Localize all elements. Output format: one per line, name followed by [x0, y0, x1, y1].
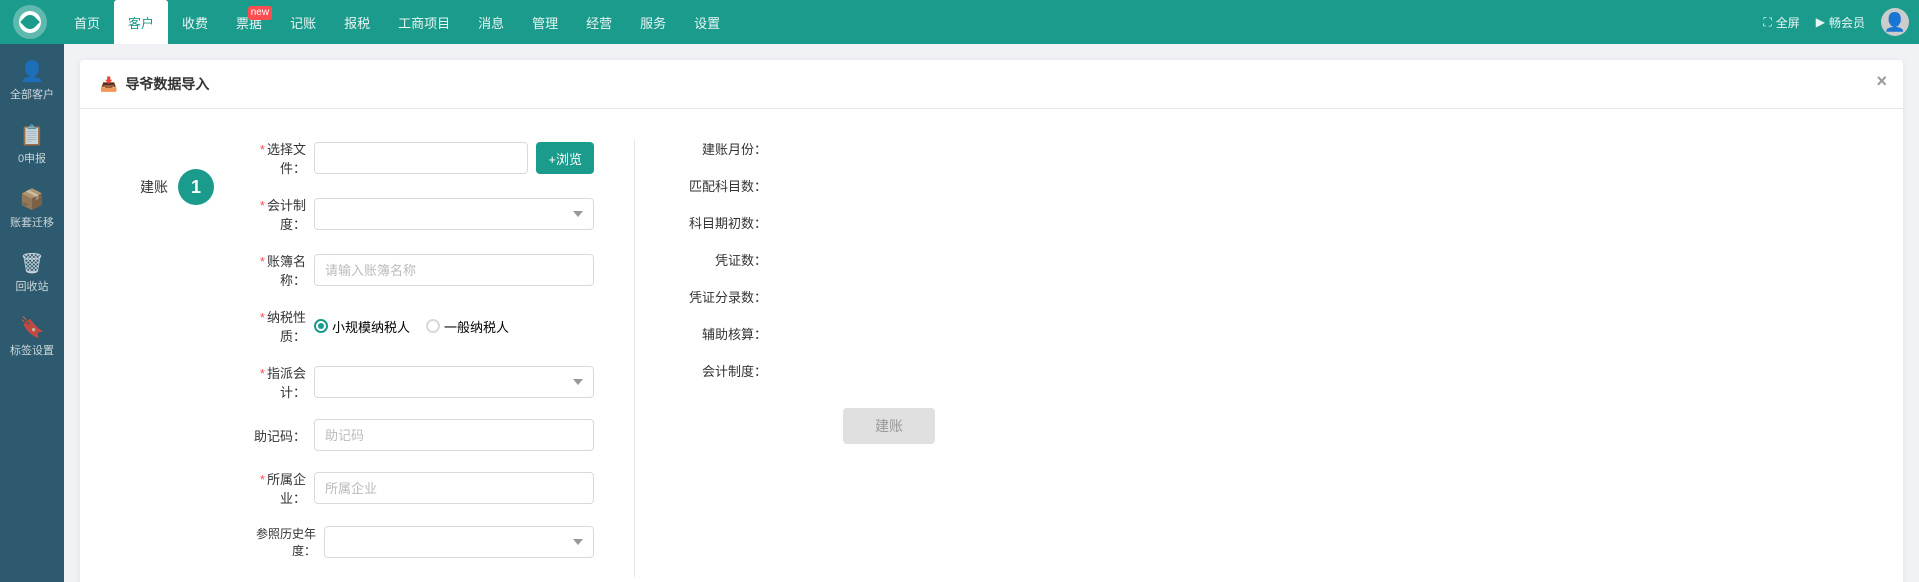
file-row: 选择文件： +浏览 [234, 139, 594, 177]
new-badge: new [248, 6, 272, 20]
nav-bookkeeping[interactable]: 记账 [276, 0, 330, 44]
build-month-row: 建账月份： [675, 139, 935, 158]
sidebar-item-recycle[interactable]: 🗑 回收站 [0, 244, 64, 304]
accounting-system-info-row: 会计制度： [675, 361, 935, 380]
vip-btn[interactable]: ▶ 畅会员 [1816, 14, 1865, 31]
tax-type-row: 纳税性质： 小规模纳税人 一般纳税人 [234, 307, 594, 345]
memo-row: 助记码： [234, 419, 594, 451]
form-right: 建账月份： 匹配科目数： 科目期初数： 凭证数： [675, 139, 935, 577]
radio-dot-small-scale [314, 319, 328, 333]
form-divider [634, 139, 635, 577]
ledger-name-row: 账簿名称： [234, 251, 594, 289]
step-label: 建账 [140, 177, 168, 197]
subject-init-row: 科目期初数： [675, 213, 935, 232]
voucher-row: 凭证数： [675, 250, 935, 269]
migration-icon: 📦 [20, 190, 45, 210]
nav-customer[interactable]: 客户 [114, 0, 168, 44]
accounting-system-row: 会计制度： [234, 195, 594, 233]
nav-service[interactable]: 服务 [626, 0, 680, 44]
panel-body: 建账 1 选择文件： +浏览 [80, 109, 1903, 582]
nav-right-controls: ⛶ 全屏 ▶ 畅会员 👤 [1763, 8, 1909, 36]
nav-business[interactable]: 工商项目 [384, 0, 464, 44]
file-input[interactable] [314, 142, 528, 174]
accounting-system-label: 会计制度： [234, 195, 314, 233]
sidebar: 👤 全部客户 📋 0申报 📦 账套迁移 🗑 回收站 🔖 标签设置 [0, 44, 64, 582]
voucher-label: 凭证数： [675, 250, 775, 269]
step-badge: 1 [178, 169, 214, 205]
voucher-entries-label: 凭证分录数： [675, 287, 775, 306]
nav-operation[interactable]: 经营 [572, 0, 626, 44]
accountant-row: 指派会计： [234, 363, 594, 401]
nav-settings[interactable]: 设置 [680, 0, 734, 44]
nav-fee[interactable]: 收费 [168, 0, 222, 44]
logo[interactable] [10, 2, 50, 42]
history-year-select[interactable] [324, 526, 594, 558]
vip-icon: ▶ [1816, 15, 1825, 29]
fullscreen-btn[interactable]: ⛶ 全屏 [1763, 14, 1799, 31]
ledger-name-input[interactable] [314, 254, 594, 286]
nav-management[interactable]: 管理 [518, 0, 572, 44]
tax-type-label: 纳税性质： [234, 307, 314, 345]
build-btn-area: 建账 [675, 408, 935, 444]
file-input-wrap: +浏览 [314, 142, 594, 174]
panel-header: 📥 导爷数据导入 × [80, 60, 1903, 109]
import-icon: 📥 [100, 76, 117, 93]
accountant-label: 指派会计： [234, 363, 314, 401]
tags-icon: 🔖 [20, 318, 45, 338]
aux-accounting-label: 辅助核算： [675, 324, 775, 343]
company-row: 所属企业： [234, 469, 594, 507]
panel-close-button[interactable]: × [1876, 72, 1887, 90]
radio-dot-general [426, 319, 440, 333]
accountant-select[interactable] [314, 366, 594, 398]
radio-general[interactable]: 一般纳税人 [426, 317, 509, 336]
import-panel: 📥 导爷数据导入 × 建账 1 选择文件： [80, 60, 1903, 582]
recycle-icon: 🗑 [19, 254, 44, 274]
avatar[interactable]: 👤 [1881, 8, 1909, 36]
voucher-entries-row: 凭证分录数： [675, 287, 935, 306]
memo-label: 助记码： [234, 426, 314, 445]
top-navigation: 首页 客户 收费 票据 new 记账 报税 工商项目 消息 管理 经营 服务 设… [0, 0, 1919, 44]
form-left: 选择文件： +浏览 会计制度： [234, 139, 594, 577]
all-customers-icon: 👤 [20, 62, 45, 82]
nav-message[interactable]: 消息 [464, 0, 518, 44]
match-subject-label: 匹配科目数： [675, 176, 775, 195]
sidebar-item-migration[interactable]: 📦 账套迁移 [0, 180, 64, 240]
match-subject-row: 匹配科目数： [675, 176, 935, 195]
nav-menu: 首页 客户 收费 票据 new 记账 报税 工商项目 消息 管理 经营 服务 设… [60, 0, 1763, 44]
nav-invoice[interactable]: 票据 new [222, 0, 276, 44]
history-year-row: 参照历史年度： [234, 525, 594, 559]
main-layout: 👤 全部客户 📋 0申报 📦 账套迁移 🗑 回收站 🔖 标签设置 📥 导爷数据导… [0, 44, 1919, 582]
sidebar-item-declaration[interactable]: 📋 0申报 [0, 116, 64, 176]
nav-tax[interactable]: 报税 [330, 0, 384, 44]
sidebar-item-all-customers[interactable]: 👤 全部客户 [0, 52, 64, 112]
aux-accounting-row: 辅助核算： [675, 324, 935, 343]
content-area: 📥 导爷数据导入 × 建账 1 选择文件： [64, 44, 1919, 582]
build-month-label: 建账月份： [675, 139, 775, 158]
sidebar-item-tags[interactable]: 🔖 标签设置 [0, 308, 64, 368]
subject-init-label: 科目期初数： [675, 213, 775, 232]
step-section: 建账 1 选择文件： +浏览 [140, 139, 594, 577]
browse-button[interactable]: +浏览 [536, 142, 594, 174]
company-label: 所属企业： [234, 469, 314, 507]
tax-radio-group: 小规模纳税人 一般纳税人 [314, 317, 594, 336]
declaration-icon: 📋 [20, 126, 45, 146]
file-label: 选择文件： [234, 139, 314, 177]
fullscreen-icon: ⛶ [1763, 15, 1771, 30]
nav-home[interactable]: 首页 [60, 0, 114, 44]
build-account-button[interactable]: 建账 [843, 408, 935, 444]
panel-title: 导爷数据导入 [125, 74, 209, 94]
memo-input[interactable] [314, 419, 594, 451]
accounting-system-select[interactable] [314, 198, 594, 230]
radio-small-scale[interactable]: 小规模纳税人 [314, 317, 410, 336]
avatar-icon: 👤 [1884, 12, 1906, 33]
history-year-label: 参照历史年度： [234, 525, 324, 559]
accounting-system-info-label: 会计制度： [675, 361, 775, 380]
company-input[interactable] [314, 472, 594, 504]
ledger-name-label: 账簿名称： [234, 251, 314, 289]
